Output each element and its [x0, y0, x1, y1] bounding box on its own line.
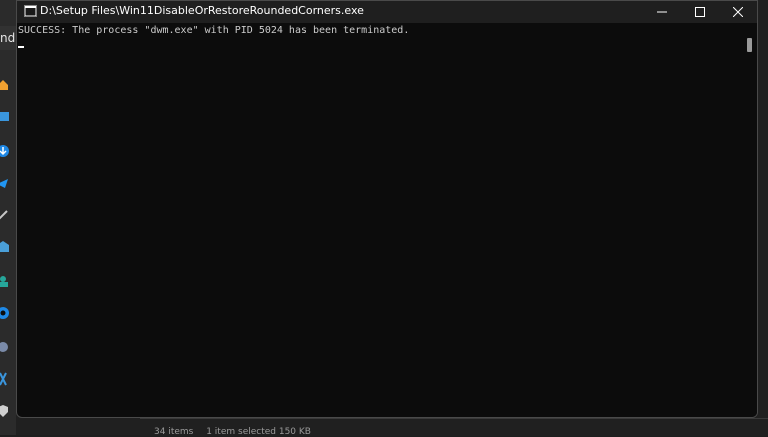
explorer-status-bar: 34 items 1 item selected 150 KB: [154, 427, 321, 437]
music-icon[interactable]: [0, 240, 10, 254]
documents-icon[interactable]: [0, 176, 10, 190]
text-cursor: [18, 46, 24, 48]
minimize-icon: [657, 11, 667, 13]
background-explorer-tab[interactable]: nd: [0, 26, 16, 50]
background-explorer-sidebar: nd: [0, 0, 16, 435]
console-window[interactable]: D:\Setup Files\Win11DisableOrRestoreRoun…: [16, 0, 758, 418]
close-icon: [733, 7, 743, 17]
close-button[interactable]: [719, 1, 757, 23]
maximize-button[interactable]: [681, 1, 719, 23]
console-output[interactable]: SUCCESS: The process "dwm.exe" with PID …: [18, 24, 409, 38]
vertical-scrollbar[interactable]: [743, 23, 757, 417]
network-icon[interactable]: [0, 306, 10, 320]
pictures-icon[interactable]: [0, 208, 10, 222]
console-app-icon: [24, 5, 37, 17]
shield-icon[interactable]: [0, 372, 10, 386]
background-tab-label: nd: [0, 31, 16, 45]
title-bar[interactable]: D:\Setup Files\Win11DisableOrRestoreRoun…: [17, 1, 757, 23]
status-selection: 1 item selected 150 KB: [206, 427, 311, 437]
window-title: D:\Setup Files\Win11DisableOrRestoreRoun…: [40, 4, 364, 17]
home-icon[interactable]: [0, 78, 10, 92]
scrollbar-thumb[interactable]: [747, 38, 752, 52]
minimize-button[interactable]: [643, 1, 681, 23]
console-line: SUCCESS: The process "dwm.exe" with PID …: [18, 25, 410, 36]
desktop-icon[interactable]: [0, 110, 10, 124]
maximize-icon: [695, 7, 705, 17]
videos-icon[interactable]: [0, 274, 10, 288]
downloads-icon[interactable]: [0, 144, 10, 158]
status-item-count: 34 items: [154, 427, 194, 437]
security-icon[interactable]: [0, 404, 10, 418]
drive-icon[interactable]: [0, 340, 10, 354]
